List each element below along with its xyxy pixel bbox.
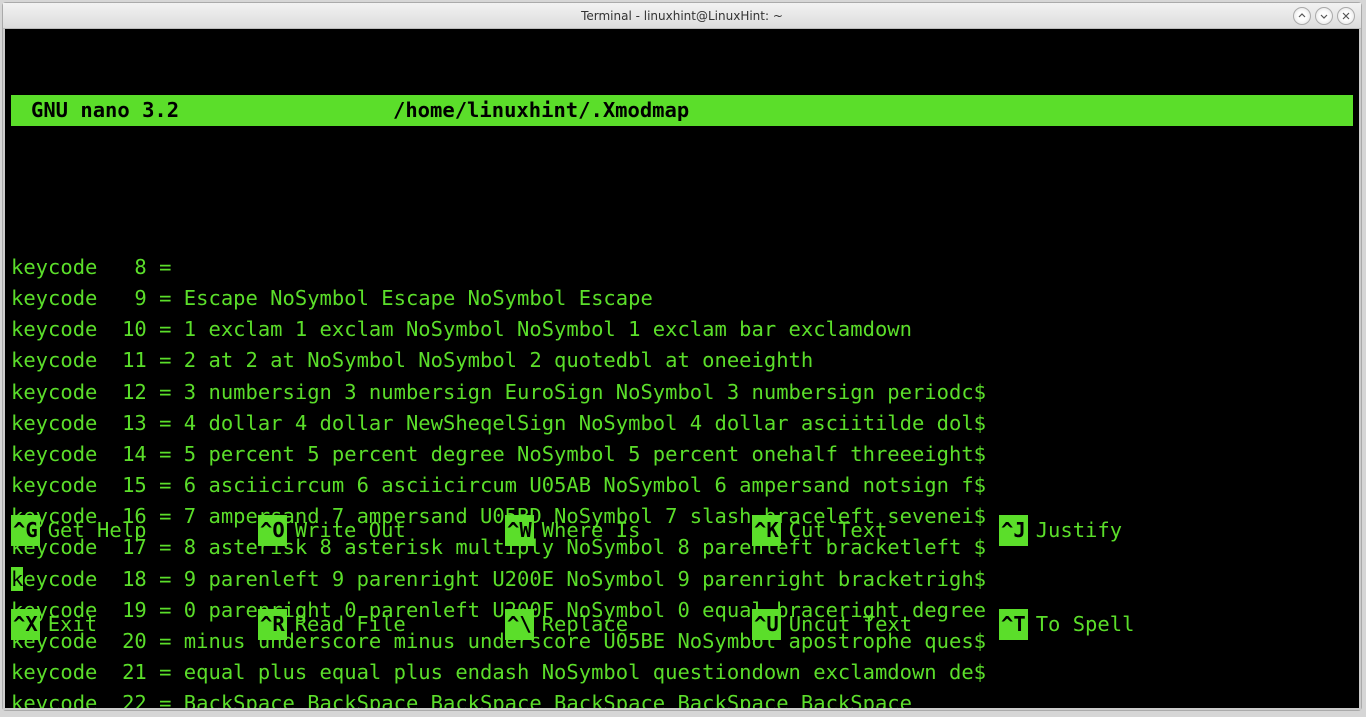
editor-line[interactable]: keycode 11 = 2 at 2 at NoSymbol NoSymbol… — [11, 345, 1353, 376]
shortcut-label: Where Is — [542, 515, 641, 546]
nano-app-label: GNU nano 3.2 — [13, 95, 393, 126]
editor-line[interactable]: keycode 13 = 4 dollar 4 dollar NewSheqel… — [11, 408, 1353, 439]
shortcut-label: To Spell — [1036, 609, 1135, 640]
shortcut-item: ^J Justify — [999, 515, 1246, 546]
shortcut-item: ^K Cut Text — [752, 515, 999, 546]
shortcut-item: ^U Uncut Text — [752, 609, 999, 640]
close-button[interactable] — [1337, 7, 1355, 25]
shortcut-label: Uncut Text — [789, 609, 912, 640]
minimize-button[interactable] — [1293, 7, 1311, 25]
shortcut-key: ^U — [752, 609, 781, 640]
editor-line[interactable]: keycode 12 = 3 numbersign 3 numbersign E… — [11, 377, 1353, 408]
shortcut-label: Exit — [48, 609, 97, 640]
shortcut-item: ^G Get Help — [11, 515, 258, 546]
shortcut-key: ^K — [752, 515, 781, 546]
shortcut-key: ^T — [999, 609, 1028, 640]
shortcut-item: ^X Exit — [11, 609, 258, 640]
shortcut-item: ^O Write Out — [258, 515, 505, 546]
nano-shortcuts: ^G Get Help ^O Write Out ^W Where Is ^K Cut Tex… — [11, 453, 1353, 702]
shortcut-key: ^W — [505, 515, 534, 546]
shortcut-key: ^X — [11, 609, 40, 640]
shortcut-key: ^J — [999, 515, 1028, 546]
editor-line[interactable]: keycode 10 = 1 exclam 1 exclam NoSymbol … — [11, 314, 1353, 345]
shortcut-label: Write Out — [295, 515, 406, 546]
window-controls — [1293, 7, 1355, 25]
shortcut-item: ^R Read File — [258, 609, 505, 640]
shortcut-key: ^R — [258, 609, 287, 640]
editor-line[interactable]: keycode 9 = Escape NoSymbol Escape NoSym… — [11, 283, 1353, 314]
shortcut-item: ^\ Replace — [505, 609, 752, 640]
nano-header: GNU nano 3.2 /home/linuxhint/.Xmodmap — [11, 95, 1353, 126]
shortcut-item: ^W Where Is — [505, 515, 752, 546]
shortcut-row-1: ^G Get Help ^O Write Out ^W Where Is ^K Cut Tex… — [11, 515, 1353, 546]
shortcut-key: ^O — [258, 515, 287, 546]
shortcut-label: Get Help — [48, 515, 147, 546]
shortcut-item: ^T To Spell — [999, 609, 1246, 640]
shortcut-row-2: ^X Exit ^R Read File ^\ Replace ^U Uncut Text ^T… — [11, 609, 1353, 640]
shortcut-label: Justify — [1036, 515, 1122, 546]
shortcut-key: ^G — [11, 515, 40, 546]
window-titlebar[interactable]: Terminal - linuxhint@LinuxHint: ~ — [3, 3, 1361, 29]
shortcut-label: Cut Text — [789, 515, 888, 546]
shortcut-label: Read File — [295, 609, 406, 640]
terminal-window: Terminal - linuxhint@LinuxHint: ~ GNU na… — [2, 2, 1362, 711]
window-title: Terminal - linuxhint@LinuxHint: ~ — [581, 9, 783, 23]
editor-line[interactable]: keycode 8 = — [11, 252, 1353, 283]
maximize-button[interactable] — [1315, 7, 1333, 25]
shortcut-label: Replace — [542, 609, 628, 640]
terminal-viewport[interactable]: GNU nano 3.2 /home/linuxhint/.Xmodmap ke… — [3, 29, 1361, 710]
nano-file-label: /home/linuxhint/.Xmodmap — [393, 95, 1351, 126]
shortcut-key: ^\ — [505, 609, 534, 640]
